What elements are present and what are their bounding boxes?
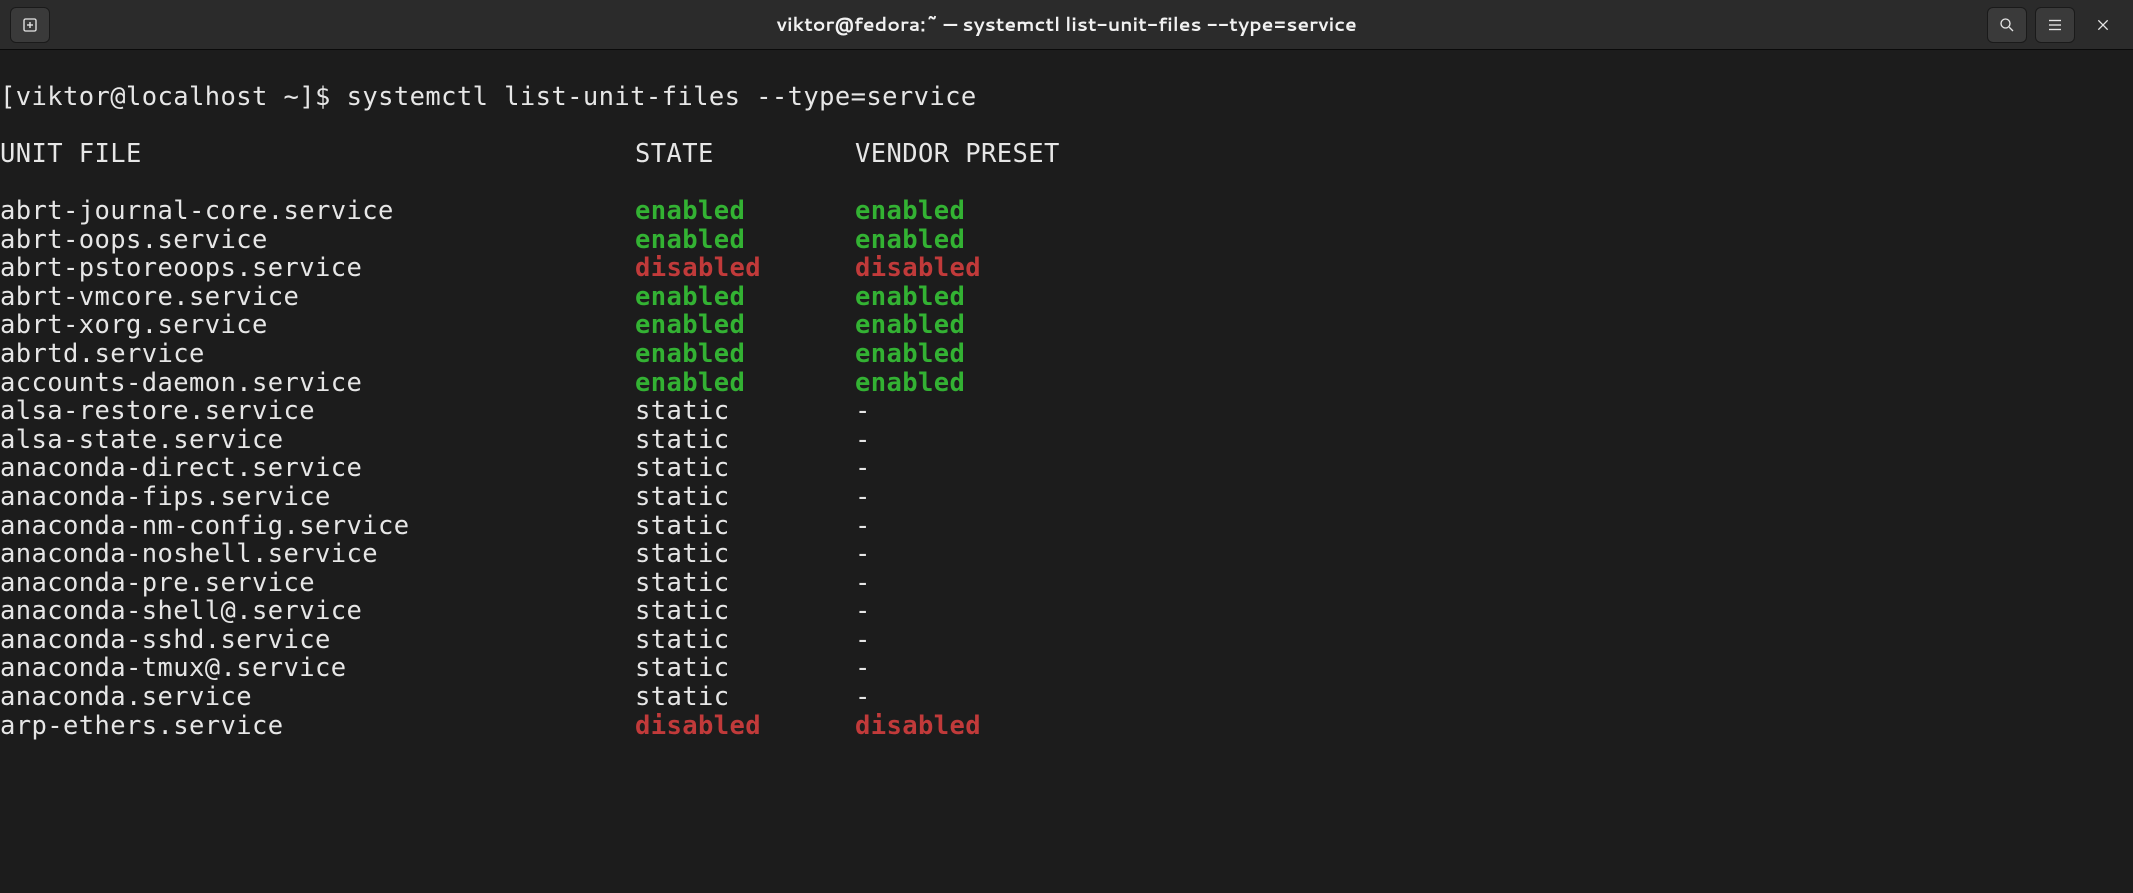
vendor-preset-cell: enabled: [855, 283, 965, 312]
unit-file-cell: abrt-xorg.service: [0, 311, 635, 340]
unit-file-cell: anaconda-direct.service: [0, 454, 635, 483]
state-cell: enabled: [635, 197, 855, 226]
vendor-preset-cell: disabled: [855, 712, 981, 741]
table-row: anaconda-noshell.servicestatic-: [0, 540, 2133, 569]
state-cell: enabled: [635, 369, 855, 398]
unit-file-cell: anaconda-tmux@.service: [0, 654, 635, 683]
state-cell: static: [635, 397, 855, 426]
table-row: accounts-daemon.serviceenabledenabled: [0, 369, 2133, 398]
state-cell: static: [635, 540, 855, 569]
state-cell: disabled: [635, 254, 855, 283]
col-state: STATE: [635, 140, 855, 169]
table-body: abrt-journal-core.serviceenabledenableda…: [0, 197, 2133, 740]
state-cell: enabled: [635, 283, 855, 312]
state-cell: static: [635, 426, 855, 455]
state-cell: static: [635, 654, 855, 683]
vendor-preset-cell: -: [855, 654, 871, 683]
table-row: abrt-vmcore.serviceenabledenabled: [0, 283, 2133, 312]
titlebar-left: [10, 7, 310, 43]
unit-file-cell: anaconda-nm-config.service: [0, 512, 635, 541]
table-row: anaconda-shell@.servicestatic-: [0, 597, 2133, 626]
table-row: anaconda-pre.servicestatic-: [0, 569, 2133, 598]
unit-file-cell: abrtd.service: [0, 340, 635, 369]
vendor-preset-cell: enabled: [855, 226, 965, 255]
vendor-preset-cell: enabled: [855, 197, 965, 226]
unit-file-cell: anaconda-pre.service: [0, 569, 635, 598]
col-unit-file: UNIT FILE: [0, 140, 635, 169]
unit-file-cell: abrt-pstoreoops.service: [0, 254, 635, 283]
vendor-preset-cell: -: [855, 683, 871, 712]
state-cell: static: [635, 683, 855, 712]
state-cell: static: [635, 512, 855, 541]
unit-file-cell: abrt-vmcore.service: [0, 283, 635, 312]
prompt-line: [viktor@localhost ~]$ systemctl list-uni…: [0, 83, 2133, 112]
titlebar: viktor@fedora:~ — systemctl list-unit-fi…: [0, 0, 2133, 50]
state-cell: enabled: [635, 340, 855, 369]
vendor-preset-cell: enabled: [855, 311, 965, 340]
table-row: anaconda-tmux@.servicestatic-: [0, 654, 2133, 683]
vendor-preset-cell: -: [855, 626, 871, 655]
state-cell: static: [635, 626, 855, 655]
unit-file-cell: anaconda-noshell.service: [0, 540, 635, 569]
table-row: abrtd.serviceenabledenabled: [0, 340, 2133, 369]
unit-file-cell: anaconda-fips.service: [0, 483, 635, 512]
window-title: viktor@fedora:~ — systemctl list-unit-fi…: [310, 11, 1823, 38]
unit-file-cell: anaconda-sshd.service: [0, 626, 635, 655]
command: systemctl list-unit-files --type=service: [347, 82, 977, 112]
vendor-preset-cell: -: [855, 569, 871, 598]
close-icon: [2095, 17, 2111, 33]
state-cell: static: [635, 454, 855, 483]
table-row: anaconda-direct.servicestatic-: [0, 454, 2133, 483]
vendor-preset-cell: -: [855, 397, 871, 426]
unit-file-cell: arp-ethers.service: [0, 712, 635, 741]
state-cell: enabled: [635, 311, 855, 340]
hamburger-icon: [2046, 16, 2064, 34]
terminal-output[interactable]: [viktor@localhost ~]$ systemctl list-uni…: [0, 50, 2133, 769]
prompt: [viktor@localhost ~]$: [0, 82, 347, 112]
vendor-preset-cell: -: [855, 454, 871, 483]
table-row: anaconda-sshd.servicestatic-: [0, 626, 2133, 655]
search-button[interactable]: [1987, 7, 2027, 43]
state-cell: static: [635, 597, 855, 626]
unit-file-cell: anaconda.service: [0, 683, 635, 712]
menu-button[interactable]: [2035, 7, 2075, 43]
unit-file-cell: abrt-oops.service: [0, 226, 635, 255]
vendor-preset-cell: enabled: [855, 340, 965, 369]
unit-file-cell: alsa-restore.service: [0, 397, 635, 426]
table-row: abrt-oops.serviceenabledenabled: [0, 226, 2133, 255]
vendor-preset-cell: -: [855, 512, 871, 541]
vendor-preset-cell: -: [855, 540, 871, 569]
search-icon: [1998, 16, 2016, 34]
state-cell: disabled: [635, 712, 855, 741]
vendor-preset-cell: enabled: [855, 369, 965, 398]
table-row: arp-ethers.servicedisableddisabled: [0, 712, 2133, 741]
table-header: UNIT FILESTATEVENDOR PRESET: [0, 140, 2133, 169]
unit-file-cell: alsa-state.service: [0, 426, 635, 455]
vendor-preset-cell: disabled: [855, 254, 981, 283]
table-row: anaconda.servicestatic-: [0, 683, 2133, 712]
vendor-preset-cell: -: [855, 597, 871, 626]
unit-file-cell: accounts-daemon.service: [0, 369, 635, 398]
close-button[interactable]: [2083, 7, 2123, 43]
table-row: abrt-journal-core.serviceenabledenabled: [0, 197, 2133, 226]
vendor-preset-cell: -: [855, 483, 871, 512]
table-row: alsa-state.servicestatic-: [0, 426, 2133, 455]
col-vendor-preset: VENDOR PRESET: [855, 140, 1060, 169]
new-tab-icon: [21, 16, 39, 34]
state-cell: enabled: [635, 226, 855, 255]
state-cell: static: [635, 483, 855, 512]
table-row: alsa-restore.servicestatic-: [0, 397, 2133, 426]
table-row: anaconda-nm-config.servicestatic-: [0, 512, 2133, 541]
new-tab-button[interactable]: [10, 7, 50, 43]
table-row: abrt-pstoreoops.servicedisableddisabled: [0, 254, 2133, 283]
titlebar-right: [1823, 7, 2123, 43]
table-row: anaconda-fips.servicestatic-: [0, 483, 2133, 512]
vendor-preset-cell: -: [855, 426, 871, 455]
unit-file-cell: anaconda-shell@.service: [0, 597, 635, 626]
state-cell: static: [635, 569, 855, 598]
unit-file-cell: abrt-journal-core.service: [0, 197, 635, 226]
table-row: abrt-xorg.serviceenabledenabled: [0, 311, 2133, 340]
